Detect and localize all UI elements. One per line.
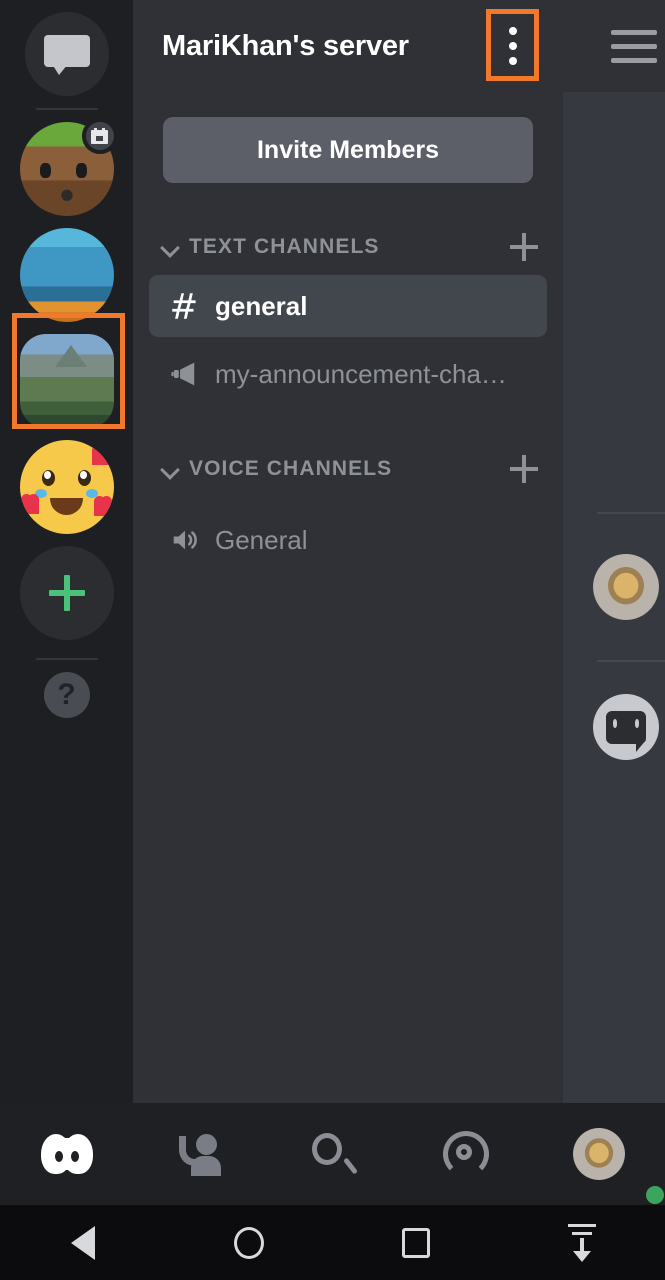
channel-name: General xyxy=(215,524,308,555)
invite-members-button[interactable]: Invite Members xyxy=(163,117,533,183)
friends-icon xyxy=(177,1132,223,1176)
system-back-button[interactable] xyxy=(0,1225,166,1260)
server-avatar xyxy=(19,228,114,322)
server-icon-mountain-landscape-server[interactable] xyxy=(19,334,114,428)
discord-logo-icon xyxy=(40,1134,93,1174)
add-text-channel-icon[interactable] xyxy=(509,232,539,262)
user-avatar-icon xyxy=(572,1128,625,1180)
at-mention-icon xyxy=(442,1131,489,1177)
server-avatar xyxy=(19,334,114,428)
help-slot: ? xyxy=(0,672,133,718)
category-header-voice-channels[interactable]: VOICE CHANNELS xyxy=(133,447,563,491)
invite-members-label: Invite Members xyxy=(256,135,439,164)
server-slot-3 xyxy=(0,334,133,440)
rail-divider-top xyxy=(35,108,98,110)
server-options-button[interactable] xyxy=(487,20,539,72)
channel-item-my-announcement-channel[interactable]: my-announcement-cha… xyxy=(149,343,547,405)
server-slot-1 xyxy=(0,118,133,228)
bottom-nav-mentions-tab[interactable] xyxy=(399,1103,532,1205)
member-avatar-discord-default[interactable] xyxy=(593,694,659,760)
help-icon: ? xyxy=(57,678,76,711)
android-system-navigation xyxy=(0,1205,665,1280)
bottom-nav-search-tab[interactable] xyxy=(266,1103,399,1205)
megaphone-icon xyxy=(163,357,207,391)
add-server-button[interactable] xyxy=(19,546,114,640)
peek-topbar xyxy=(563,0,665,92)
hash-icon xyxy=(163,289,207,323)
recents-square-icon xyxy=(401,1227,430,1258)
peek-divider-2 xyxy=(597,660,665,662)
bottom-nav-profile-tab[interactable] xyxy=(532,1103,665,1208)
rail-divider-bottom xyxy=(35,658,98,660)
channel-sidebar: MariKhan's server Invite Members TEXT CH… xyxy=(133,0,563,1103)
search-icon xyxy=(310,1131,358,1177)
add-voice-channel-icon[interactable] xyxy=(509,454,539,484)
chevron-down-icon xyxy=(161,460,179,478)
plus-icon xyxy=(47,573,87,613)
hide-navigation-arrow-icon xyxy=(565,1223,599,1262)
bottom-nav-friends-tab[interactable] xyxy=(133,1103,266,1205)
system-home-button[interactable] xyxy=(166,1226,332,1259)
server-avatar xyxy=(19,440,114,534)
system-hide-nav-button[interactable] xyxy=(499,1223,665,1262)
add-server-slot xyxy=(0,546,133,646)
discord-app: ? MariKhan's server Invite Members TEXT … xyxy=(0,0,665,1103)
system-recents-button[interactable] xyxy=(333,1227,499,1258)
server-icon-pleading-emoji-server[interactable] xyxy=(19,440,114,534)
server-slot-2 xyxy=(0,228,133,334)
category-header-text-channels[interactable]: TEXT CHANNELS xyxy=(133,225,563,269)
page-title: MariKhan's server xyxy=(162,29,409,62)
channel-item-general-voice[interactable]: General xyxy=(149,509,547,571)
peek-divider-1 xyxy=(597,512,665,514)
speaker-icon xyxy=(163,523,207,557)
bottom-navigation-bar xyxy=(0,1103,665,1208)
server-icon-water-landscape-server[interactable] xyxy=(19,228,114,322)
help-button[interactable]: ? xyxy=(43,672,90,718)
sidebar-header: MariKhan's server xyxy=(133,0,563,92)
member-list-toggle-icon[interactable] xyxy=(611,29,657,63)
home-slot xyxy=(0,0,133,96)
channel-name: my-announcement-cha… xyxy=(215,358,507,389)
category-label: TEXT CHANNELS xyxy=(189,235,380,258)
phone-screen: ? MariKhan's server Invite Members TEXT … xyxy=(0,0,665,1280)
back-triangle-icon xyxy=(71,1225,96,1260)
speech-bubble-icon xyxy=(43,35,90,75)
server-icon-minecraft-server[interactable] xyxy=(19,118,118,216)
server-slot-4 xyxy=(0,440,133,546)
category-label: VOICE CHANNELS xyxy=(189,457,393,480)
member-avatar-gold-ring[interactable] xyxy=(593,554,659,620)
chat-peek-panel[interactable] xyxy=(563,0,665,1103)
bottom-nav-servers-tab[interactable] xyxy=(0,1103,133,1205)
channel-name: general xyxy=(215,290,308,321)
home-circle-icon xyxy=(234,1226,265,1259)
direct-messages-home-button[interactable] xyxy=(24,12,109,96)
server-rail: ? xyxy=(0,0,133,1103)
calendar-event-icon xyxy=(81,118,118,154)
chevron-down-icon xyxy=(161,238,179,256)
channel-item-general[interactable]: general xyxy=(149,275,547,337)
